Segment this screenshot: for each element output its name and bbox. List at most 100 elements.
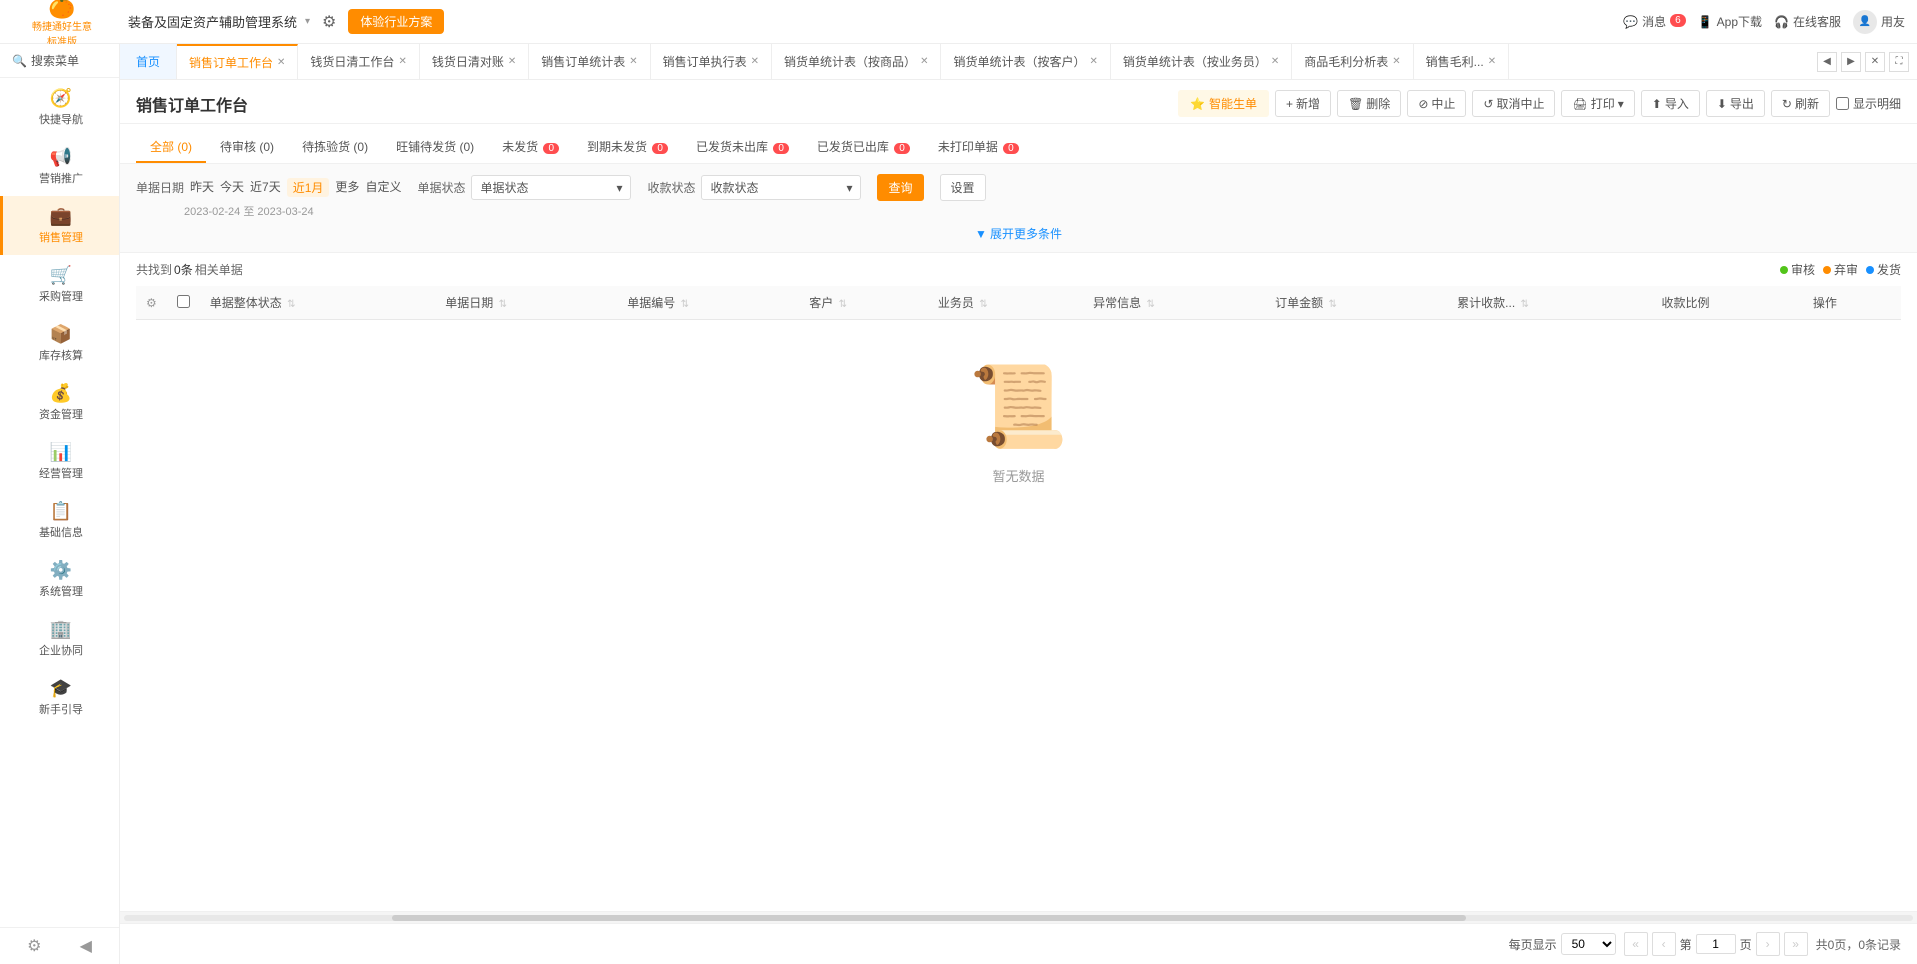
- sidebar-item-finance[interactable]: 💰 资金管理: [0, 373, 119, 432]
- tab-sales-customer-stat[interactable]: 销货单统计表（按客户） ✕: [941, 44, 1110, 80]
- tab-cash-daily[interactable]: 钱货日清工作台 ✕: [298, 44, 419, 80]
- col-staff[interactable]: 业务员 ⇅: [928, 286, 1083, 320]
- col-customer[interactable]: 客户 ⇅: [799, 286, 928, 320]
- filter-tab-not-printed[interactable]: 未打印单据 0: [924, 132, 1033, 163]
- print-button[interactable]: 🖨 打印 ▾: [1561, 90, 1634, 117]
- filter-tab-pending-inspect[interactable]: 待拣验货 (0): [288, 132, 382, 163]
- date-option-yesterday[interactable]: 昨天: [190, 178, 214, 197]
- tab-sales-stat-close[interactable]: ✕: [629, 56, 637, 67]
- filter-tab-shipped-not-stored[interactable]: 已发货未出库 0: [682, 132, 803, 163]
- filter-tab-expired[interactable]: 到期未发货 0: [573, 132, 682, 163]
- sidebar-item-system[interactable]: ⚙️ 系统管理: [0, 550, 119, 609]
- col-amount[interactable]: 订单金额 ⇅: [1265, 286, 1447, 320]
- tab-sales-workbench[interactable]: 销售订单工作台 ✕: [177, 44, 298, 80]
- tab-cash-reconcile[interactable]: 钱货日清对账 ✕: [420, 44, 529, 80]
- status-select[interactable]: 单据状态 ▾: [471, 175, 631, 200]
- scroll-thumb[interactable]: [392, 915, 1465, 921]
- sidebar-item-marketing[interactable]: 📢 营销推广: [0, 137, 119, 196]
- select-all-checkbox[interactable]: [177, 295, 190, 308]
- tab-sales-staff-stat[interactable]: 销货单统计表（按业务员） ✕: [1111, 44, 1292, 80]
- import-button[interactable]: ⬆ 导入: [1641, 90, 1700, 117]
- horizontal-scrollbar[interactable]: [120, 911, 1917, 923]
- review-bulk-button[interactable]: 审核: [1780, 261, 1815, 278]
- date-option-1month[interactable]: 近1月: [287, 178, 330, 197]
- tab-sales-more[interactable]: 销售毛利... ✕: [1414, 44, 1509, 80]
- payment-select[interactable]: 收款状态 ▾: [701, 175, 861, 200]
- tab-close-all-btn[interactable]: ✕: [1865, 52, 1885, 72]
- tab-fullscreen-btn[interactable]: ⛶: [1889, 52, 1909, 72]
- cancel-stop-button[interactable]: ↺ 取消中止: [1472, 90, 1555, 117]
- date-option-more[interactable]: 更多: [335, 178, 359, 197]
- tab-product-profit[interactable]: 商品毛利分析表 ✕: [1292, 44, 1413, 80]
- col-error[interactable]: 异常信息 ⇅: [1083, 286, 1265, 320]
- tab-prev-btn[interactable]: ◀: [1817, 52, 1837, 72]
- export-button[interactable]: ⬇ 导出: [1706, 90, 1765, 117]
- sidebar-item-sales[interactable]: 💼 销售管理: [0, 196, 119, 255]
- sidebar-item-operation[interactable]: 📊 经营管理: [0, 432, 119, 491]
- page-last-btn[interactable]: »: [1784, 932, 1808, 956]
- add-button[interactable]: + 新增: [1275, 90, 1331, 117]
- app-download-action[interactable]: 📱 App下载: [1698, 13, 1762, 30]
- date-option-7days[interactable]: 近7天: [250, 178, 281, 197]
- tab-sales-product-stat[interactable]: 销货单统计表（按商品） ✕: [772, 44, 941, 80]
- stop-button[interactable]: ⊘ 中止: [1407, 90, 1466, 117]
- tab-cash-daily-close[interactable]: ✕: [398, 56, 406, 67]
- filter-tab-not-shipped[interactable]: 未发货 0: [488, 132, 573, 163]
- user-action[interactable]: 👤 用友: [1853, 10, 1905, 34]
- cancel-review-bulk-button[interactable]: 弃审: [1823, 261, 1858, 278]
- page-first-btn[interactable]: «: [1624, 932, 1648, 956]
- col-date[interactable]: 单据日期 ⇅: [435, 286, 617, 320]
- page-input[interactable]: [1696, 934, 1736, 954]
- tab-sales-stat[interactable]: 销售订单统计表 ✕: [529, 44, 650, 80]
- refresh-button[interactable]: ↻ 刷新: [1771, 90, 1830, 117]
- query-button[interactable]: 查询: [877, 174, 923, 201]
- display-compact-toggle[interactable]: 显示明细: [1836, 95, 1901, 112]
- tab-sales-more-close[interactable]: ✕: [1488, 56, 1496, 67]
- display-compact-checkbox[interactable]: [1836, 97, 1849, 110]
- settings-search-button[interactable]: 设置: [940, 174, 986, 201]
- settings-bottom-icon[interactable]: ⚙: [27, 936, 41, 956]
- finance-icon: 💰: [50, 383, 72, 404]
- sidebar-item-quick-nav[interactable]: 🧭 快捷导航: [0, 78, 119, 137]
- tab-product-profit-close[interactable]: ✕: [1392, 56, 1400, 67]
- tab-cash-reconcile-close[interactable]: ✕: [508, 56, 516, 67]
- trial-button[interactable]: 体验行业方案: [348, 9, 444, 34]
- tab-sales-exec-close[interactable]: ✕: [751, 56, 759, 67]
- tab-sales-product-stat-close[interactable]: ✕: [920, 56, 928, 67]
- operation-icon: 📊: [50, 442, 72, 463]
- tab-home[interactable]: 首页: [120, 44, 177, 80]
- filter-tab-pending-review[interactable]: 待审核 (0): [206, 132, 288, 163]
- settings-icon[interactable]: ⚙: [322, 12, 336, 32]
- tab-sales-customer-stat-close[interactable]: ✕: [1089, 56, 1097, 67]
- filter-tab-shipped-stored[interactable]: 已发货已出库 0: [803, 132, 924, 163]
- tab-sales-exec[interactable]: 销售订单执行表 ✕: [651, 44, 772, 80]
- smart-generate-button[interactable]: ⭐ 智能生单: [1178, 90, 1269, 117]
- sidebar-search[interactable]: 🔍 搜索菜单: [0, 44, 119, 78]
- date-option-today[interactable]: 今天: [220, 178, 244, 197]
- sidebar-item-guide[interactable]: 🎓 新手引导: [0, 668, 119, 727]
- tab-sales-staff-stat-close[interactable]: ✕: [1271, 56, 1279, 67]
- sidebar-item-purchase[interactable]: 🛒 采购管理: [0, 255, 119, 314]
- col-settings[interactable]: ⚙: [136, 286, 167, 320]
- expand-conditions-button[interactable]: ▼ 展开更多条件: [975, 225, 1062, 242]
- message-action[interactable]: 💬 消息 6: [1623, 13, 1686, 30]
- collapse-icon[interactable]: ◀: [80, 936, 92, 956]
- online-service-action[interactable]: 🎧 在线客服: [1774, 13, 1841, 30]
- page-size-dropdown[interactable]: 10 20 50 100: [1561, 933, 1616, 955]
- page-prev-btn[interactable]: ‹: [1652, 932, 1676, 956]
- sidebar-item-enterprise[interactable]: 🏢 企业协同: [0, 609, 119, 668]
- tab-sales-workbench-close[interactable]: ✕: [277, 57, 285, 68]
- col-status[interactable]: 单据整体状态 ⇅: [200, 286, 435, 320]
- tab-next-btn[interactable]: ▶: [1841, 52, 1861, 72]
- filter-tab-all[interactable]: 全部 (0): [136, 132, 206, 163]
- filter-tab-wangpu[interactable]: 旺铺待发货 (0): [382, 132, 488, 163]
- delete-button[interactable]: 🗑 删除: [1337, 90, 1401, 117]
- sidebar-item-basic-info[interactable]: 📋 基础信息: [0, 491, 119, 550]
- page-next-btn[interactable]: ›: [1756, 932, 1780, 956]
- col-number[interactable]: 单据编号 ⇅: [617, 286, 799, 320]
- sidebar-item-inventory[interactable]: 📦 库存核算: [0, 314, 119, 373]
- col-collected[interactable]: 累计收款... ⇅: [1447, 286, 1651, 320]
- system-dropdown-icon[interactable]: ▾: [305, 16, 310, 27]
- ship-bulk-button[interactable]: 发货: [1866, 261, 1901, 278]
- date-option-custom[interactable]: 自定义: [365, 178, 401, 197]
